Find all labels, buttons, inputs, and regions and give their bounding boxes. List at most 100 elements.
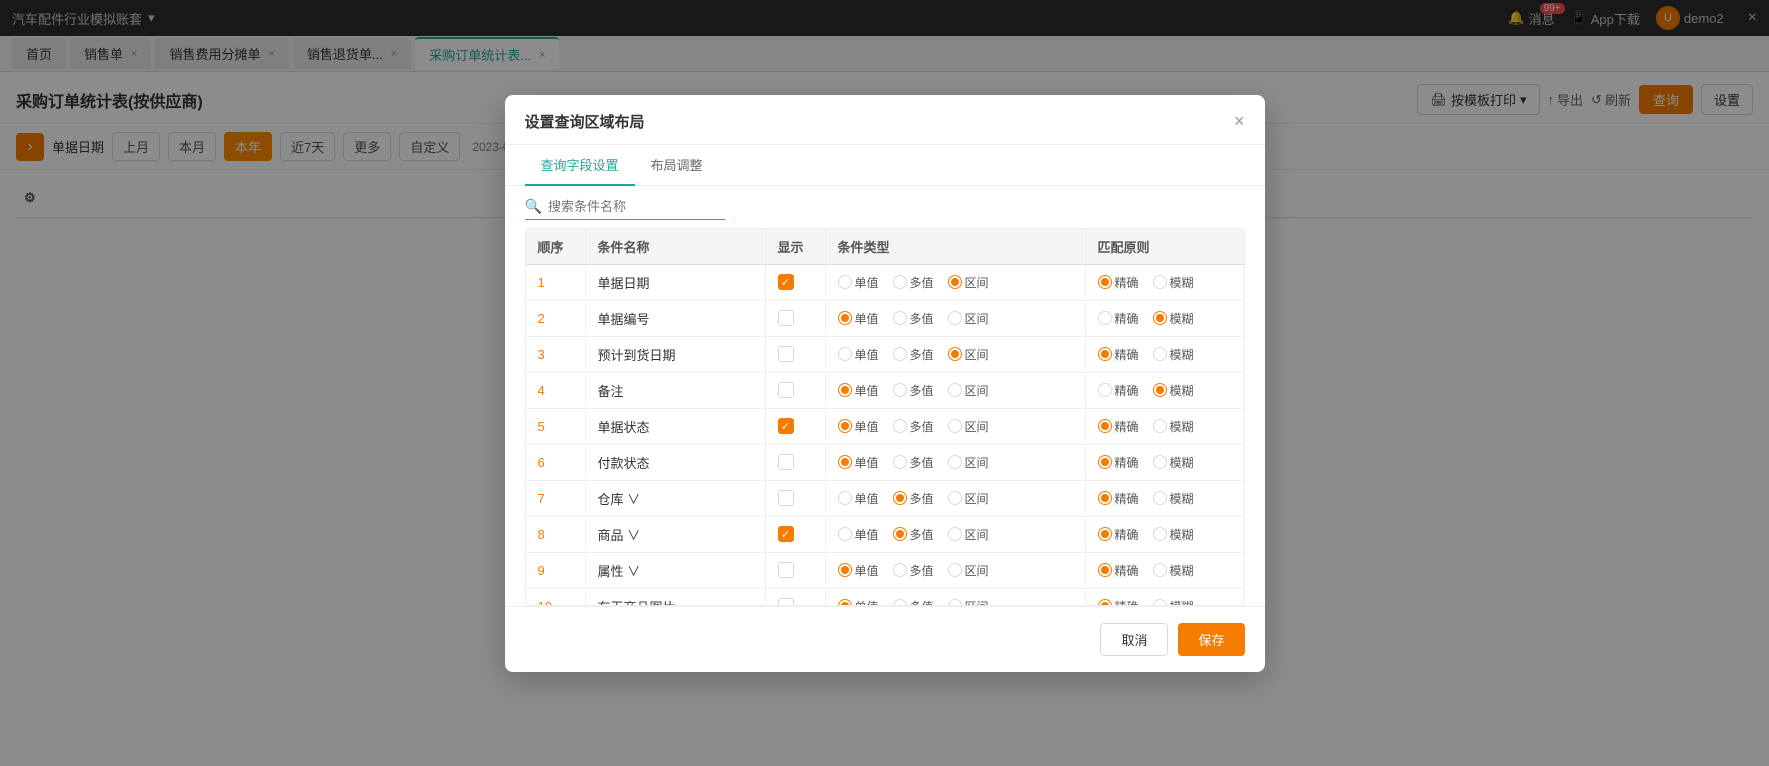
radio-circle <box>1098 599 1112 605</box>
cond-display-cell[interactable] <box>766 482 826 514</box>
radio-circle <box>948 527 962 541</box>
cancel-btn[interactable]: 取消 <box>1100 623 1168 656</box>
match-rule-option[interactable]: 模糊 <box>1153 562 1194 579</box>
cond-type-option[interactable]: 区间 <box>948 526 989 543</box>
cond-type-option[interactable]: 区间 <box>948 382 989 399</box>
radio-circle <box>1153 599 1167 605</box>
radio-circle <box>893 491 907 505</box>
cond-type-option[interactable]: 单值 <box>838 526 879 543</box>
match-rule-option[interactable]: 精确 <box>1098 598 1139 605</box>
cond-type-option[interactable]: 多值 <box>893 598 934 605</box>
cond-display-cell[interactable] <box>766 446 826 478</box>
cond-type-option[interactable]: 多值 <box>893 454 934 471</box>
table-row: 8商品 ∨✓单值多值区间精确模糊 <box>526 517 1244 553</box>
cond-type-option[interactable]: 单值 <box>838 562 879 579</box>
match-rule-option[interactable]: 模糊 <box>1153 598 1194 605</box>
save-btn[interactable]: 保存 <box>1178 623 1244 656</box>
cond-type-option[interactable]: 单值 <box>838 454 879 471</box>
cond-type-option[interactable]: 多值 <box>893 346 934 363</box>
modal-tab-layout[interactable]: 布局调整 <box>635 145 719 186</box>
display-checkbox[interactable] <box>778 562 794 578</box>
cond-display-cell[interactable] <box>766 590 826 605</box>
match-rule-option[interactable]: 精确 <box>1098 310 1139 327</box>
cond-type-option[interactable]: 单值 <box>838 490 879 507</box>
match-rule-option[interactable]: 精确 <box>1098 418 1139 435</box>
display-checkbox[interactable] <box>778 454 794 470</box>
match-rule-option[interactable]: 模糊 <box>1153 490 1194 507</box>
cond-type-option[interactable]: 区间 <box>948 454 989 471</box>
radio-circle <box>1153 347 1167 361</box>
cond-type-option[interactable]: 区间 <box>948 562 989 579</box>
cond-type-option[interactable]: 区间 <box>948 346 989 363</box>
cond-type-option[interactable]: 多值 <box>893 274 934 291</box>
modal-body: 🔍 顺序 条件名称 显示 条件类型 匹配原则 1单据日期✓单值多值区间精确模糊2… <box>505 186 1265 606</box>
cond-match-cell: 精确模糊 <box>1086 554 1244 587</box>
cond-display-cell[interactable] <box>766 554 826 586</box>
cond-type-option[interactable]: 多值 <box>893 526 934 543</box>
cond-table: 顺序 条件名称 显示 条件类型 匹配原则 1单据日期✓单值多值区间精确模糊2单据… <box>525 228 1245 606</box>
cond-type-option[interactable]: 单值 <box>838 418 879 435</box>
match-rule-option[interactable]: 精确 <box>1098 346 1139 363</box>
match-rule-option[interactable]: 模糊 <box>1153 382 1194 399</box>
cond-display-cell[interactable]: ✓ <box>766 410 826 442</box>
cond-type-option[interactable]: 区间 <box>948 490 989 507</box>
cond-type-cell: 单值 多值 区间 <box>826 590 1086 605</box>
cond-type-option[interactable]: 多值 <box>893 418 934 435</box>
match-rule-option[interactable]: 模糊 <box>1153 274 1194 291</box>
radio-circle <box>838 527 852 541</box>
match-rule-option[interactable]: 模糊 <box>1153 526 1194 543</box>
cond-type-option[interactable]: 区间 <box>948 418 989 435</box>
match-rule-option[interactable]: 精确 <box>1098 562 1139 579</box>
cond-type-option[interactable]: 单值 <box>838 382 879 399</box>
table-row: 5单据状态✓单值多值区间精确模糊 <box>526 409 1244 445</box>
display-checkbox[interactable] <box>778 598 794 605</box>
cond-type-option[interactable]: 区间 <box>948 310 989 327</box>
cond-type-option[interactable]: 区间 <box>948 598 989 605</box>
radio-circle <box>948 599 962 605</box>
match-rule-option[interactable]: 精确 <box>1098 526 1139 543</box>
radio-circle <box>1153 311 1167 325</box>
cond-display-cell[interactable] <box>766 302 826 334</box>
display-checkbox[interactable] <box>778 310 794 326</box>
cond-type-option[interactable]: 多值 <box>893 490 934 507</box>
display-checkbox[interactable] <box>778 490 794 506</box>
cond-type-option[interactable]: 单值 <box>838 346 879 363</box>
match-rule-option[interactable]: 模糊 <box>1153 346 1194 363</box>
radio-circle <box>893 383 907 397</box>
search-input[interactable] <box>548 199 725 214</box>
match-rule-option[interactable]: 模糊 <box>1153 418 1194 435</box>
cond-display-cell[interactable]: ✓ <box>766 266 826 298</box>
display-checkbox[interactable]: ✓ <box>778 526 794 542</box>
radio-circle <box>893 455 907 469</box>
cond-display-cell[interactable]: ✓ <box>766 518 826 550</box>
display-checkbox[interactable] <box>778 346 794 362</box>
match-rule-option[interactable]: 模糊 <box>1153 454 1194 471</box>
radio-circle <box>948 383 962 397</box>
table-row: 4备注单值多值区间精确模糊 <box>526 373 1244 409</box>
cond-type-option[interactable]: 单值 <box>838 598 879 605</box>
display-checkbox[interactable] <box>778 382 794 398</box>
cond-order: 4 <box>526 375 586 406</box>
match-rule-option[interactable]: 精确 <box>1098 490 1139 507</box>
cond-type-option[interactable]: 单值 <box>838 274 879 291</box>
radio-circle <box>1098 563 1112 577</box>
cond-type-option[interactable]: 区间 <box>948 274 989 291</box>
match-rule-option[interactable]: 精确 <box>1098 274 1139 291</box>
modal-footer: 取消 保存 <box>505 606 1265 672</box>
match-rule-option[interactable]: 模糊 <box>1153 310 1194 327</box>
cond-type-option[interactable]: 多值 <box>893 562 934 579</box>
cond-display-cell[interactable] <box>766 338 826 370</box>
cond-display-cell[interactable] <box>766 374 826 406</box>
cond-type-option[interactable]: 多值 <box>893 382 934 399</box>
match-rule-option[interactable]: 精确 <box>1098 454 1139 471</box>
cond-match-cell: 精确模糊 <box>1086 338 1244 371</box>
display-checkbox[interactable]: ✓ <box>778 418 794 434</box>
modal-tab-query-fields[interactable]: 查询字段设置 <box>525 145 635 186</box>
cond-name: 单据日期 <box>586 265 766 300</box>
display-checkbox[interactable]: ✓ <box>778 274 794 290</box>
match-rule-option[interactable]: 精确 <box>1098 382 1139 399</box>
cond-type-cell: 单值多值区间 <box>826 338 1086 371</box>
cond-type-option[interactable]: 多值 <box>893 310 934 327</box>
modal-close-btn[interactable]: × <box>1234 112 1245 130</box>
cond-type-option[interactable]: 单值 <box>838 310 879 327</box>
